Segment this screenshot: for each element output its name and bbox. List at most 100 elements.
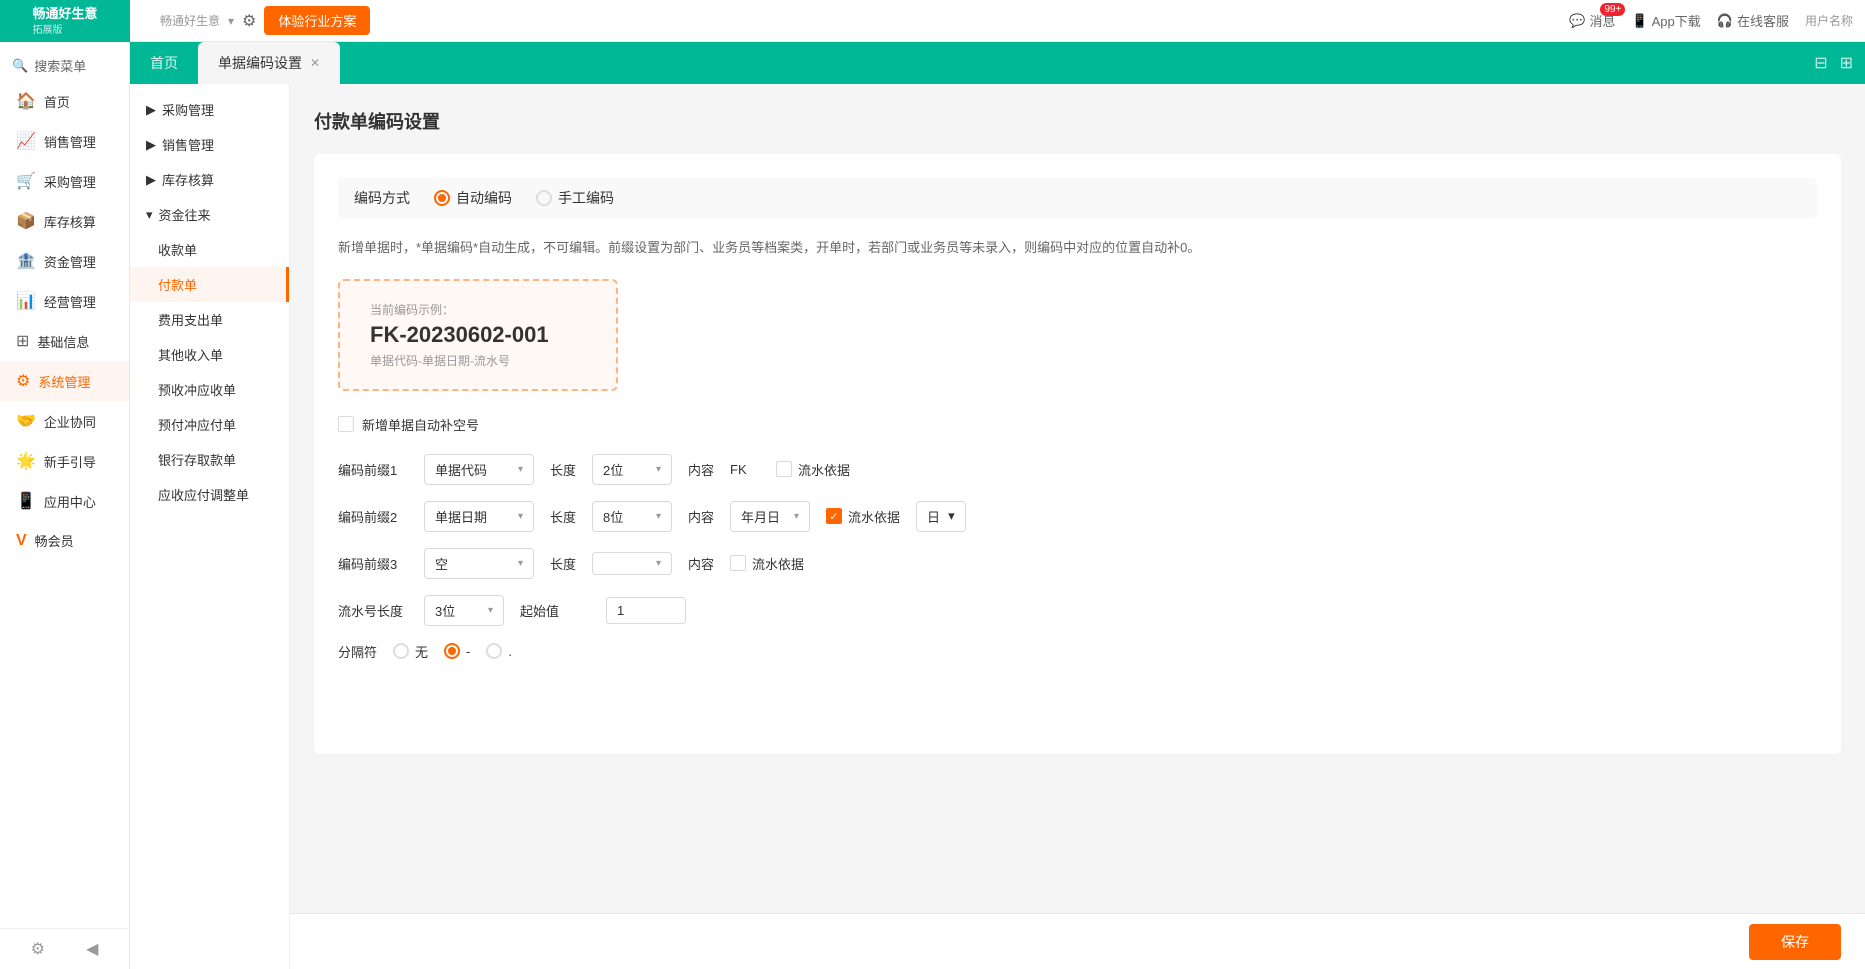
sub-menu-prepay-payment[interactable]: 预付冲应付单 <box>130 407 289 442</box>
sep-radio-dot[interactable]: . <box>486 643 512 659</box>
sub-group-arrow-inventory: ▶ <box>146 172 156 188</box>
sub-menu-receipt[interactable]: 收款单 <box>130 232 289 267</box>
serial-start-input[interactable] <box>606 597 686 624</box>
sub-group-inventory[interactable]: ▶ 库存核算 <box>130 162 289 197</box>
sidebar-label-app: 应用中心 <box>44 492 96 511</box>
search-menu-label: 搜索菜单 <box>34 56 86 75</box>
tab-expand-icon[interactable]: ⊞ <box>1840 53 1853 73</box>
trial-button[interactable]: 体验行业方案 <box>264 6 370 35</box>
prefix2-day-select[interactable]: 日 ▾ <box>916 501 966 532</box>
prefix1-flow-check[interactable]: 流水依据 <box>776 460 850 479</box>
prefix1-select-value: 单据代码 <box>435 460 487 479</box>
separator-label: 分隔符 <box>338 642 377 661</box>
sidebar-item-system[interactable]: ⚙ 系统管理 <box>0 361 129 401</box>
sub-group-purchase[interactable]: ▶ 采购管理 <box>130 92 289 127</box>
system-icon: ⚙ <box>16 371 30 391</box>
auto-fill-checkbox[interactable] <box>338 416 354 432</box>
sidebar-item-sales[interactable]: 📈 销售管理 <box>0 121 129 161</box>
sidebar-item-purchase[interactable]: 🛒 采购管理 <box>0 161 129 201</box>
tab-encoding[interactable]: 单据编码设置 ✕ <box>198 42 340 84</box>
prefix3-flow-check[interactable]: 流水依据 <box>730 554 804 573</box>
main-layout: 🔍 搜索菜单 🏠 首页 📈 销售管理 🛒 采购管理 📦 库存核算 🏦 资金管理 … <box>0 42 1865 969</box>
app-download-button[interactable]: 📱 App下载 <box>1631 11 1700 30</box>
two-pane: ▶ 采购管理 ▶ 销售管理 ▶ 库存核算 ▾ 资金往来 收款单 <box>130 84 1865 969</box>
sub-menu-other-income[interactable]: 其他收入单 <box>130 337 289 372</box>
prefix2-select[interactable]: 单据日期 ▾ <box>424 501 534 532</box>
save-button[interactable]: 保存 <box>1749 924 1841 960</box>
sep-radio-dash[interactable]: - <box>444 643 470 659</box>
prefix3-length-select[interactable]: ▾ <box>592 552 672 575</box>
tab-close-icon[interactable]: ✕ <box>310 56 320 70</box>
app-icon: 📱 <box>1631 13 1647 29</box>
code-preview-value: FK-20230602-001 <box>370 322 586 348</box>
sep-radio-dot-dot <box>486 643 502 659</box>
sub-group-sales[interactable]: ▶ 销售管理 <box>130 127 289 162</box>
radio-auto[interactable]: 自动编码 <box>434 188 512 208</box>
prefix1-length-value: 2位 <box>603 460 623 479</box>
prefix3-flow-checkbox[interactable] <box>730 555 746 571</box>
sidebar-item-corp[interactable]: 🤝 企业协同 <box>0 401 129 441</box>
logo-sub: 拓展版 <box>32 21 97 36</box>
sep-radio-none[interactable]: 无 <box>393 642 428 661</box>
sidebar-item-basic[interactable]: ⊞ 基础信息 <box>0 321 129 361</box>
radio-manual[interactable]: 手工编码 <box>536 188 614 208</box>
sidebar-item-member[interactable]: V 畅会员 <box>0 521 129 560</box>
prefix2-content-label: 内容 <box>688 507 714 526</box>
tab-encoding-label: 单据编码设置 <box>218 53 302 73</box>
prefix3-select-value: 空 <box>435 554 448 573</box>
sub-menu-bank-deposit[interactable]: 银行存取款单 <box>130 442 289 477</box>
sidebar-label-member: 畅会员 <box>35 531 74 550</box>
username: 用户名称 <box>1805 12 1853 29</box>
serial-length-label: 流水号长度 <box>338 601 408 620</box>
prefix2-content-select[interactable]: 年月日 ▾ <box>730 501 810 532</box>
prefix1-flow-checkbox[interactable] <box>776 461 792 477</box>
prefix2-length-select[interactable]: 8位 ▾ <box>592 501 672 532</box>
tab-bar: 首页 单据编码设置 ✕ ⊟ ⊞ <box>130 42 1865 84</box>
sidebar-label-finance: 资金管理 <box>44 252 96 271</box>
prefix2-flow-check[interactable]: ✓ 流水依据 <box>826 507 900 526</box>
search-icon: 🔍 <box>12 58 28 74</box>
sep-radio-dot-label: . <box>508 644 512 659</box>
serial-start-label: 起始值 <box>520 601 590 620</box>
sub-group-label-purchase: 采购管理 <box>162 100 214 119</box>
message-button[interactable]: 💬 消息 99+ <box>1569 11 1615 30</box>
sidebar-item-inventory[interactable]: 📦 库存核算 <box>0 201 129 241</box>
page-right: 付款单编码设置 编码方式 自动编码 手工编码 <box>290 84 1865 969</box>
prefix2-select-value: 单据日期 <box>435 507 487 526</box>
sidebar-item-finance[interactable]: 🏦 资金管理 <box>0 241 129 281</box>
sub-menu-label-adjust: 应收应付调整单 <box>158 488 249 503</box>
tab-minimize-icon[interactable]: ⊟ <box>1814 53 1827 73</box>
service-label: 在线客服 <box>1737 11 1789 30</box>
search-menu[interactable]: 🔍 搜索菜单 <box>0 50 129 81</box>
settings-bottom-icon[interactable]: ⚙ <box>31 939 45 959</box>
sep-radio-dash-label: - <box>466 644 470 659</box>
prefix3-row: 编码前缀3 空 ▾ 长度 ▾ 内容 <box>338 548 1817 579</box>
sidebar-item-home[interactable]: 🏠 首页 <box>0 81 129 121</box>
sidebar-item-app[interactable]: 📱 应用中心 <box>0 481 129 521</box>
sub-menu-expense[interactable]: 费用支出单 <box>130 302 289 337</box>
sub-menu-prepay-receipt[interactable]: 预收冲应收单 <box>130 372 289 407</box>
guide-icon: 🌟 <box>16 451 36 471</box>
sub-menu-adjust[interactable]: 应收应付调整单 <box>130 477 289 512</box>
tab-home[interactable]: 首页 <box>130 42 198 84</box>
serial-length-select[interactable]: 3位 ▾ <box>424 595 504 626</box>
radio-auto-label: 自动编码 <box>456 188 512 208</box>
sidebar-item-business[interactable]: 📊 经营管理 <box>0 281 129 321</box>
sub-group-finance[interactable]: ▾ 资金往来 <box>130 197 289 232</box>
gear-icon[interactable]: ⚙ <box>242 11 256 31</box>
prefix1-length-select[interactable]: 2位 ▾ <box>592 454 672 485</box>
prefix3-select[interactable]: 空 ▾ <box>424 548 534 579</box>
sub-menu-label-payment: 付款单 <box>158 278 197 293</box>
collapse-icon[interactable]: ◀ <box>86 939 98 959</box>
corp-icon: 🤝 <box>16 411 36 431</box>
sidebar-item-guide[interactable]: 🌟 新手引导 <box>0 441 129 481</box>
prefix1-select[interactable]: 单据代码 ▾ <box>424 454 534 485</box>
sub-menu-payment[interactable]: 付款单 <box>130 267 289 302</box>
prefix2-flow-checkbox[interactable]: ✓ <box>826 508 842 524</box>
online-service-button[interactable]: 🎧 在线客服 <box>1717 11 1789 30</box>
dropdown-arrow-icon[interactable]: ▾ <box>228 14 234 28</box>
sidebar-label-purchase: 采购管理 <box>44 172 96 191</box>
sub-menu-label-receipt: 收款单 <box>158 243 197 258</box>
prefix3-length-label: 长度 <box>550 554 576 573</box>
prefix3-select-arrow: ▾ <box>518 558 523 569</box>
